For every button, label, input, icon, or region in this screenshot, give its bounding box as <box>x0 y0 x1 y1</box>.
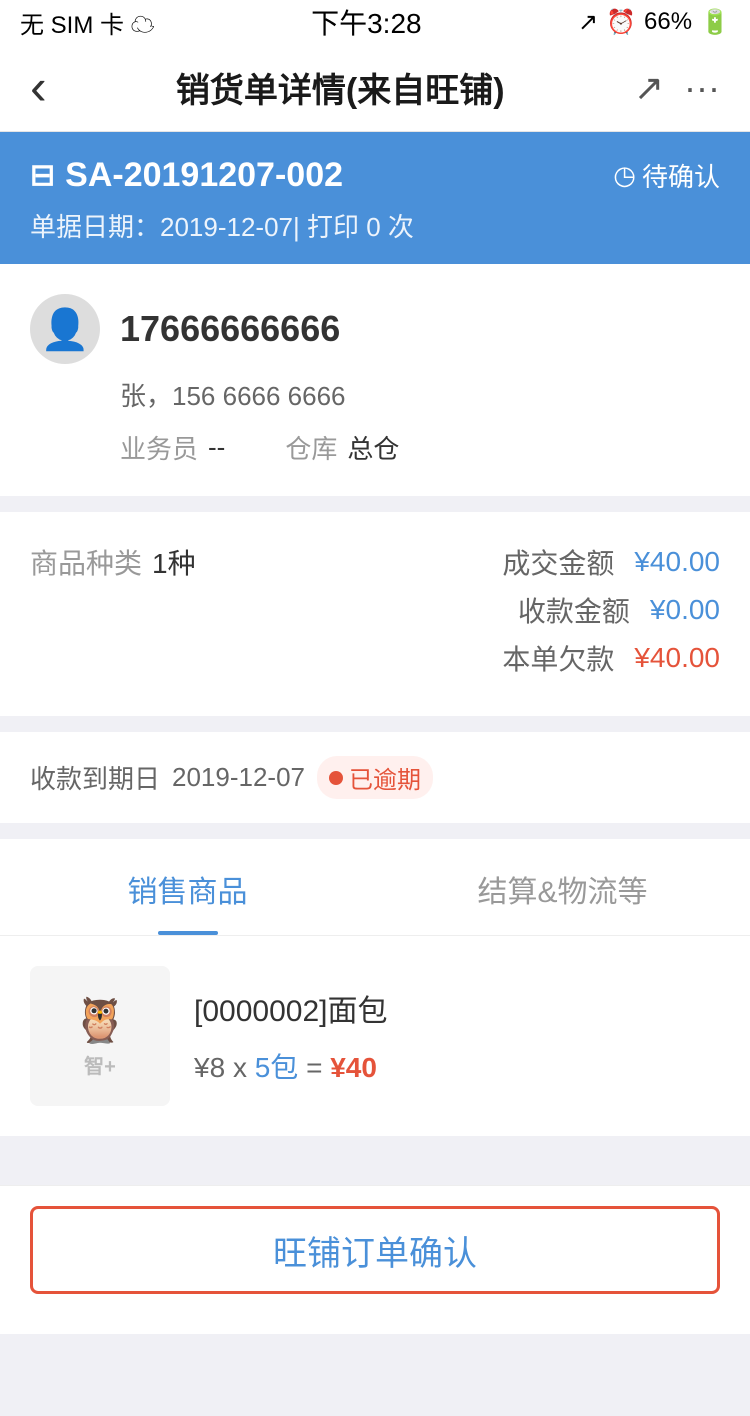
customer-name: 张，156 6666 6666 <box>120 376 720 413</box>
order-status: ◷ 待确认 <box>613 157 720 194</box>
product-name: [0000002]面包 <box>194 986 720 1030</box>
product-type-value: 1种 <box>152 542 196 582</box>
price-unit: ¥8 <box>194 1052 225 1083</box>
nav-bar: 销货单详情(来自旺铺) ↗ ··· <box>0 44 750 132</box>
tabs-row: 销售商品 结算&物流等 <box>0 839 750 936</box>
transaction-label: 成交金额 <box>502 542 614 582</box>
product-type-label: 商品种类 <box>30 542 142 582</box>
alarm-icon: ⏰ <box>606 8 636 37</box>
price-quantity: 5包 <box>255 1052 299 1083</box>
user-icon: 👤 <box>40 306 90 353</box>
battery-text: 66% <box>644 8 692 36</box>
back-button[interactable] <box>30 62 47 114</box>
overdue-dot-icon <box>329 771 343 785</box>
location-icon: ↗ <box>578 8 598 37</box>
debt-value: ¥40.00 <box>634 642 720 674</box>
order-header-card: ⊟ SA-20191207-002 ◷ 待确认 单据日期：2019-12-07|… <box>0 132 750 264</box>
sales-rep: 业务员 -- <box>120 429 225 466</box>
status-time: 下午3:28 <box>311 2 422 42</box>
tab-sales-products[interactable]: 销售商品 <box>0 839 375 935</box>
nav-actions: ↗ ··· <box>634 67 720 109</box>
sales-label: 业务员 <box>120 429 198 466</box>
confirm-order-button[interactable]: 旺铺订单确认 <box>30 1206 720 1294</box>
status-right: ↗ ⏰ 66% 🔋 <box>578 8 730 37</box>
sim-text: 无 SIM 卡 ☁ <box>20 5 155 40</box>
customer-meta: 业务员 -- 仓库 总仓 <box>120 429 720 466</box>
product-logo: 🦉 智+ <box>73 994 128 1079</box>
order-date: 单据日期：2019-12-07| 打印 0 次 <box>30 207 720 244</box>
product-info: [0000002]面包 ¥8 x 5包 = ¥40 <box>194 986 720 1086</box>
product-type: 商品种类 1种 <box>30 542 196 582</box>
debt-label: 本单欠款 <box>502 638 614 678</box>
price-multiplier: x <box>233 1052 255 1083</box>
inbox-icon: ⊟ <box>30 158 55 193</box>
product-section: 🦉 智+ [0000002]面包 ¥8 x 5包 = ¥40 <box>0 936 750 1136</box>
avatar: 👤 <box>30 294 100 364</box>
order-number: ⊟ SA-20191207-002 <box>30 156 343 195</box>
product-image: 🦉 智+ <box>30 966 170 1106</box>
overdue-badge: 已逾期 <box>317 756 433 799</box>
receipt-label: 收款金额 <box>518 590 630 630</box>
amounts: 成交金额 ¥40.00 收款金额 ¥0.00 本单欠款 ¥40.00 <box>502 542 720 686</box>
due-date-section: 收款到期日 2019-12-07 已逾期 <box>0 732 750 823</box>
sales-value: -- <box>208 432 225 463</box>
overdue-text: 已逾期 <box>349 760 421 795</box>
tabs-section: 销售商品 结算&物流等 <box>0 839 750 936</box>
tab-settlement[interactable]: 结算&物流等 <box>375 839 750 935</box>
price-equals: = <box>306 1052 330 1083</box>
price-total: ¥40 <box>330 1052 377 1083</box>
product-item: 🦉 智+ [0000002]面包 ¥8 x 5包 = ¥40 <box>30 966 720 1106</box>
status-bar: 无 SIM 卡 ☁ 下午3:28 ↗ ⏰ 66% 🔋 <box>0 0 750 44</box>
battery-icon: 🔋 <box>700 8 730 37</box>
clock-icon: ◷ <box>613 160 636 191</box>
page-title: 销货单详情(来自旺铺) <box>176 63 505 112</box>
warehouse-label: 仓库 <box>285 429 337 466</box>
brand-plus-text: 智+ <box>84 1050 116 1079</box>
product-price: ¥8 x 5包 = ¥40 <box>194 1046 720 1086</box>
summary-section: 商品种类 1种 成交金额 ¥40.00 收款金额 ¥0.00 本单欠款 ¥40.… <box>0 512 750 716</box>
transaction-value: ¥40.00 <box>634 546 720 578</box>
bottom-section: 旺铺订单确认 <box>0 1185 750 1334</box>
customer-section: 👤 17666666666 张，156 6666 6666 业务员 -- 仓库 … <box>0 264 750 496</box>
due-date-label: 收款到期日 <box>30 759 160 796</box>
status-left: 无 SIM 卡 ☁ <box>20 5 155 40</box>
warehouse: 仓库 总仓 <box>285 429 399 466</box>
owl-icon: 🦉 <box>73 994 128 1046</box>
due-date-value: 2019-12-07 <box>172 762 305 793</box>
share-button[interactable]: ↗ <box>634 67 664 109</box>
receipt-value: ¥0.00 <box>650 594 720 626</box>
more-button[interactable]: ··· <box>684 67 720 109</box>
customer-phone: 17666666666 <box>120 308 340 350</box>
warehouse-value: 总仓 <box>347 429 399 466</box>
